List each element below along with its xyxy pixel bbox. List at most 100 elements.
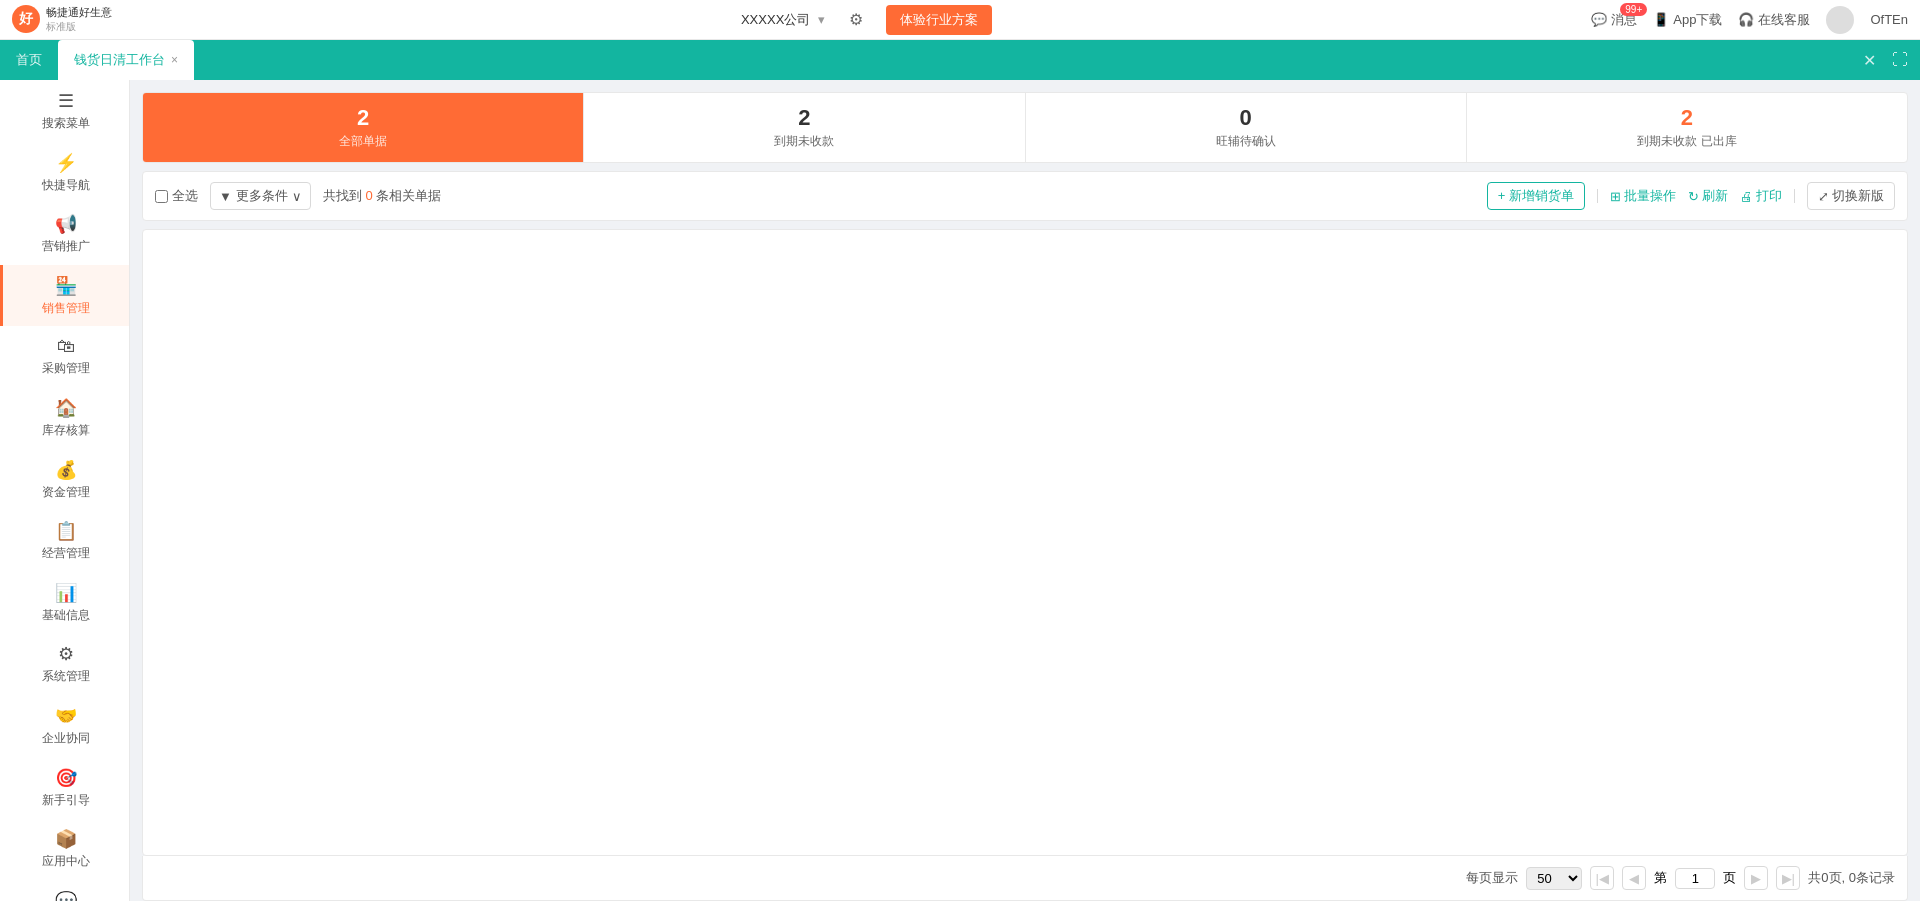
page-size-select[interactable]: 50 100 bbox=[1526, 867, 1582, 890]
sidebar-label-inventory: 库存核算 bbox=[42, 423, 90, 439]
sidebar-item-inventory[interactable]: 🏠 库存核算 bbox=[0, 387, 129, 449]
stat-number-pending: 0 bbox=[1240, 105, 1252, 131]
company-selector[interactable]: XXXXX公司 ▾ ⚙ 体验行业方案 bbox=[741, 5, 992, 35]
stat-number-all: 2 bbox=[357, 105, 369, 131]
found-count: 0 bbox=[366, 188, 373, 203]
sidebar-label-search-menu: 搜索菜单 bbox=[42, 116, 90, 132]
stat-card-shipped[interactable]: 2 到期未收款 已出库 bbox=[1467, 93, 1907, 162]
select-all-checkbox[interactable]: 全选 bbox=[155, 187, 198, 205]
batch-icon: ⊞ bbox=[1610, 189, 1621, 204]
sidebar-label-marketing: 营销推广 bbox=[42, 239, 90, 255]
tab-home[interactable]: 首页 bbox=[0, 40, 58, 80]
system-icon: ⚙ bbox=[58, 643, 74, 665]
chevron-down-icon[interactable]: ▾ bbox=[818, 12, 834, 28]
sidebar-label-basics: 基础信息 bbox=[42, 608, 90, 624]
app-download-btn[interactable]: 📱 App下载 bbox=[1653, 11, 1722, 29]
inventory-icon: 🏠 bbox=[55, 397, 77, 419]
sidebar: ☰ 搜索菜单 ⚡ 快捷导航 📢 营销推广 🏪 销售管理 🛍 采购管理 🏠 库存核… bbox=[0, 80, 130, 901]
sidebar-item-operations[interactable]: 📋 经营管理 bbox=[0, 510, 129, 572]
select-all-input[interactable] bbox=[155, 190, 168, 203]
tab-active[interactable]: 钱货日清工作台 × bbox=[58, 40, 194, 80]
sidebar-item-cooperation[interactable]: 🤝 企业协同 bbox=[0, 695, 129, 757]
quick-nav-icon: ⚡ bbox=[55, 152, 77, 174]
purchase-icon: 🛍 bbox=[57, 336, 75, 357]
sidebar-label-quick-nav: 快捷导航 bbox=[42, 178, 90, 194]
close-window-icon[interactable]: ✕ bbox=[1859, 47, 1880, 74]
search-menu-icon: ☰ bbox=[58, 90, 74, 112]
sidebar-item-search-menu[interactable]: ☰ 搜索菜单 bbox=[0, 80, 129, 142]
top-header: 好 畅捷通好生意 标准版 XXXXX公司 ▾ ⚙ 体验行业方案 💬 消息 99+… bbox=[0, 0, 1920, 40]
stat-number-overdue: 2 bbox=[798, 105, 810, 131]
refresh-label: 刷新 bbox=[1702, 187, 1728, 205]
logo-icon: 好 bbox=[12, 5, 40, 33]
last-page-btn[interactable]: ▶| bbox=[1776, 866, 1800, 890]
tab-close-icon[interactable]: × bbox=[171, 53, 178, 67]
app-center-icon: 📦 bbox=[55, 828, 77, 850]
username[interactable]: OfTEn bbox=[1870, 12, 1908, 27]
settings-icon[interactable]: ⚙ bbox=[842, 6, 870, 34]
message-badge: 99+ bbox=[1620, 3, 1647, 16]
sidebar-label-cooperation: 企业协同 bbox=[42, 731, 90, 747]
header-right: 💬 消息 99+ 📱 App下载 🎧 在线客服 OfTEn bbox=[1591, 6, 1908, 34]
message-btn[interactable]: 💬 消息 99+ bbox=[1591, 11, 1637, 29]
avatar[interactable] bbox=[1826, 6, 1854, 34]
sidebar-label-purchase: 采购管理 bbox=[42, 361, 90, 377]
online-service-btn[interactable]: 🎧 在线客服 bbox=[1738, 11, 1810, 29]
page-input[interactable] bbox=[1675, 868, 1715, 889]
switch-icon: ⤢ bbox=[1818, 189, 1829, 204]
sidebar-item-app-center[interactable]: 📦 应用中心 bbox=[0, 818, 129, 880]
home-tab-label: 首页 bbox=[16, 51, 42, 69]
cooperation-icon: 🤝 bbox=[55, 705, 77, 727]
sidebar-item-system[interactable]: ⚙ 系统管理 bbox=[0, 633, 129, 695]
app-icon: 📱 bbox=[1653, 12, 1669, 27]
sidebar-item-capital[interactable]: 💰 资金管理 bbox=[0, 449, 129, 511]
company-name[interactable]: XXXXX公司 bbox=[741, 11, 810, 29]
toolbar: 全选 ▼ 更多条件 ∨ 共找到 0 条相关单据 + 新增销货单 ⊞ 批 bbox=[142, 171, 1908, 221]
batch-label: 批量操作 bbox=[1624, 187, 1676, 205]
logo-area: 好 畅捷通好生意 标准版 bbox=[12, 5, 142, 33]
sidebar-item-basics[interactable]: 📊 基础信息 bbox=[0, 572, 129, 634]
found-suffix: 条相关单据 bbox=[376, 188, 441, 203]
filter-label: 更多条件 bbox=[236, 187, 288, 205]
refresh-icon: ↻ bbox=[1688, 189, 1699, 204]
page-label: 第 bbox=[1654, 869, 1667, 887]
headset-icon: 🎧 bbox=[1738, 12, 1754, 27]
sidebar-label-capital: 资金管理 bbox=[42, 485, 90, 501]
prev-page-btn[interactable]: ◀ bbox=[1622, 866, 1646, 890]
expand-window-icon[interactable]: ⛶ bbox=[1888, 47, 1912, 73]
page-size-label: 每页显示 bbox=[1466, 869, 1518, 887]
filter-btn[interactable]: ▼ 更多条件 ∨ bbox=[210, 182, 311, 210]
stat-card-pending[interactable]: 0 旺辅待确认 bbox=[1026, 93, 1467, 162]
first-page-btn[interactable]: |◀ bbox=[1590, 866, 1614, 890]
sidebar-item-wechat[interactable]: 💬 企业微信 bbox=[0, 880, 129, 901]
sidebar-item-sales[interactable]: 🏪 销售管理 bbox=[0, 265, 129, 327]
table-area bbox=[142, 229, 1908, 856]
batch-btn[interactable]: ⊞ 批量操作 bbox=[1610, 187, 1676, 205]
experience-btn[interactable]: 体验行业方案 bbox=[886, 5, 992, 35]
online-service-label: 在线客服 bbox=[1758, 11, 1810, 29]
sidebar-item-quick-nav[interactable]: ⚡ 快捷导航 bbox=[0, 142, 129, 204]
refresh-btn[interactable]: ↻ 刷新 bbox=[1688, 187, 1728, 205]
found-prefix: 共找到 bbox=[323, 188, 362, 203]
add-btn[interactable]: + 新增销货单 bbox=[1487, 182, 1585, 210]
switch-btn[interactable]: ⤢ 切换新版 bbox=[1807, 182, 1895, 210]
sidebar-item-guide[interactable]: 🎯 新手引导 bbox=[0, 757, 129, 819]
sidebar-item-marketing[interactable]: 📢 营销推广 bbox=[0, 203, 129, 265]
stat-label-pending: 旺辅待确认 bbox=[1216, 133, 1276, 150]
capital-icon: 💰 bbox=[55, 459, 77, 481]
select-all-label: 全选 bbox=[172, 187, 198, 205]
toolbar-right: + 新增销货单 ⊞ 批量操作 ↻ 刷新 🖨 打印 ⤢ 切换新版 bbox=[1487, 182, 1895, 210]
next-page-btn[interactable]: ▶ bbox=[1744, 866, 1768, 890]
toolbar-left: 全选 ▼ 更多条件 ∨ 共找到 0 条相关单据 bbox=[155, 182, 441, 210]
sidebar-item-purchase[interactable]: 🛍 采购管理 bbox=[0, 326, 129, 387]
pagination-bar: 每页显示 50 100 |◀ ◀ 第 页 ▶ ▶| 共0页, 0条记录 bbox=[142, 856, 1908, 901]
divider-1 bbox=[1597, 189, 1598, 203]
logo-text: 畅捷通好生意 bbox=[46, 5, 112, 19]
active-tab-label: 钱货日清工作台 bbox=[74, 51, 165, 69]
stat-card-all[interactable]: 2 全部单据 bbox=[143, 93, 584, 162]
stat-label-shipped: 到期未收款 已出库 bbox=[1637, 133, 1736, 150]
print-btn[interactable]: 🖨 打印 bbox=[1740, 187, 1782, 205]
sidebar-label-sales: 销售管理 bbox=[42, 301, 90, 317]
sidebar-label-guide: 新手引导 bbox=[42, 793, 90, 809]
stat-card-overdue[interactable]: 2 到期未收款 bbox=[584, 93, 1025, 162]
